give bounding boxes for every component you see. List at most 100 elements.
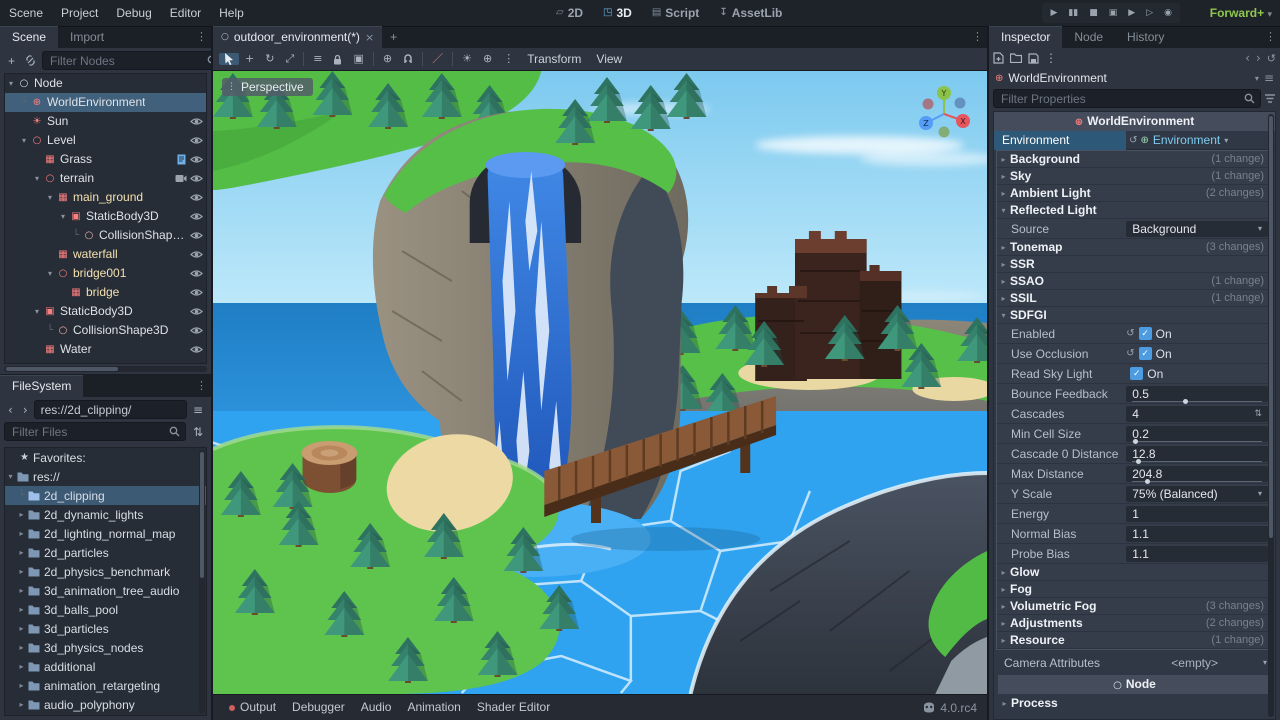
bottom-panel-animation[interactable]: Animation [399,695,468,720]
visibility-toggle[interactable] [188,287,204,298]
property-energy[interactable]: Energy 1 [997,504,1272,524]
property-cascade-0-distance[interactable]: Cascade 0 Distance 12.8 [997,444,1272,464]
folder-2d-physics-benchmark[interactable]: ▸ 2d_physics_benchmark [5,562,206,581]
inspector-menu-dots[interactable]: ⋮ [1265,30,1276,43]
number-field[interactable]: 1.1 [1126,526,1268,542]
property-cascades[interactable]: Cascades 4 ⇅ [997,404,1272,424]
folder-audio-polyphony[interactable]: ▸ audio_polyphony [5,695,206,714]
menu-scene[interactable]: Scene [0,6,52,20]
scene-node-water[interactable]: ▦ Water [5,340,206,359]
scene-node-sun[interactable]: ☀ Sun [5,112,206,131]
number-field[interactable]: 12.8 [1126,446,1268,462]
filter-properties-field[interactable] [993,89,1261,108]
history-forward-icon[interactable]: › [19,403,32,417]
sort-files-icon[interactable]: ⇅ [189,425,207,439]
revert-icon[interactable]: ↺ [1126,135,1140,146]
filter-files-input[interactable] [10,424,169,440]
scene-node-main-ground[interactable]: ▾ ▦ main_ground [5,188,206,207]
section-header-node[interactable]: ○Node [998,675,1271,694]
revert-icon[interactable]: ↺ [1126,328,1134,339]
renderer-selector[interactable]: Forward+ ▾ [1210,0,1272,28]
resource-value[interactable]: Environment [1153,133,1220,147]
close-tab-icon[interactable]: × [365,27,374,48]
tab-filesystem[interactable]: FileSystem [0,375,83,397]
category-ssao[interactable]: ▸ SSAO (1 change) [997,273,1272,290]
inspector-vscrollbar[interactable] [1268,114,1274,717]
category-sky[interactable]: ▸ Sky (1 change) [997,168,1272,185]
folder-3d-physics-nodes[interactable]: ▸ 3d_physics_nodes [5,638,206,657]
new-scene-tab-button[interactable]: + [382,27,405,48]
filter-nodes-field[interactable] [42,51,224,70]
visibility-toggle[interactable] [188,135,204,146]
stop-button[interactable]: ■ [1085,3,1102,23]
menu-editor[interactable]: Editor [161,6,210,20]
category-glow[interactable]: ▸ Glow [997,564,1272,581]
edited-object-selector[interactable]: ⊕ WorldEnvironment ▾ ≡ [989,68,1280,88]
number-field[interactable]: 0.2 [1126,426,1268,442]
property-use-occlusion[interactable]: Use Occlusion ↺ ✓ On [997,344,1272,364]
movie-mode-button[interactable]: ◉ [1160,3,1176,23]
tab-scene[interactable]: Scene [0,26,58,48]
property-read-sky-light[interactable]: Read Sky Light ✓ On [997,364,1272,384]
list-select-icon[interactable]: ≡ [308,48,327,70]
load-resource-icon[interactable] [1010,53,1022,63]
select-tool-button[interactable] [219,53,239,65]
category-volumetric-fog[interactable]: ▸ Volumetric Fog (3 changes) [997,598,1272,615]
scene-node-collisionshape3d[interactable]: └ ○ CollisionShape3D [5,321,206,340]
filter-properties-input[interactable] [999,91,1244,107]
property-max-distance[interactable]: Max Distance 204.8 [997,464,1272,484]
scene-node-terrain[interactable]: ▾ ○ terrain [5,169,206,188]
scene-tabs-menu-dots[interactable]: ⋮ [972,30,983,43]
history-back-icon[interactable]: ‹ [4,403,17,417]
folder-2d-particles[interactable]: ▸ 2d_particles [5,543,206,562]
world-snap-icon[interactable]: ⊕ [378,48,397,70]
category-ssr[interactable]: ▸ SSR [997,256,1272,273]
scene-node-grass[interactable]: ▦ Grass [5,150,206,169]
property-min-cell-size[interactable]: Min Cell Size 0.2 [997,424,1272,444]
bottom-panel-audio[interactable]: Audio [353,695,400,720]
folder-res-[interactable]: ▾ res:// [5,467,206,486]
bottom-panel-debugger[interactable]: Debugger [284,695,353,720]
folder-3d-balls-pool[interactable]: ▸ 3d_balls_pool [5,600,206,619]
tab-import[interactable]: Import [58,27,116,48]
property-camera-attributes[interactable]: Camera Attributes <empty> ▾ [998,652,1271,673]
scene-node-waterfall[interactable]: ▦ waterfall [5,245,206,264]
favorites-header[interactable]: ★ Favorites: [5,448,206,467]
current-path[interactable]: res://2d_clipping/ [34,400,187,419]
scene-node-collisionshape3d[interactable]: └ ○ CollisionShape3D [5,226,206,245]
category-tonemap[interactable]: ▸ Tonemap (3 changes) [997,239,1272,256]
category-ssil[interactable]: ▸ SSIL (1 change) [997,290,1272,307]
new-resource-icon[interactable] [993,52,1004,64]
visibility-toggle[interactable] [188,325,204,336]
category-sdfgi[interactable]: ▾ SDFGI [997,307,1272,324]
scene-node-worldenvironment[interactable]: └ ⊕ WorldEnvironment [5,93,206,112]
rotate-tool-icon[interactable]: ↻ [260,48,279,70]
view-axes-gizmo[interactable]: Y X Z [915,83,973,141]
perspective-button[interactable]: ⋮ Perspective [222,78,313,96]
folder-animation-retargeting[interactable]: ▸ animation_retargeting [5,676,206,695]
group-icon[interactable]: ▣ [348,48,368,70]
scene-dock-menu-dots[interactable]: ⋮ [196,30,207,43]
tab-inspector[interactable]: Inspector [989,26,1062,48]
transform-menu[interactable]: Transform [520,48,588,70]
object-options-icon[interactable]: ≡ [1264,71,1274,85]
scene-node-tree-trunk-small[interactable]: ○ tree_trunk_small [5,359,206,364]
checkbox-checked[interactable]: ✓ [1130,367,1143,380]
filesystem-menu-dots[interactable]: ⋮ [196,379,207,392]
revert-icon[interactable]: ↺ [1126,348,1134,359]
resource-menu-dots[interactable]: ⋮ [1045,51,1057,65]
category-resource[interactable]: ▸ Resource (1 change) [997,632,1272,649]
move-tool-icon[interactable]: + [240,48,259,70]
scene-node-staticbody3d[interactable]: ▾ ▣ StaticBody3D [5,207,206,226]
visibility-toggle[interactable] [188,268,204,279]
3d-viewport-scene[interactable] [213,71,987,694]
folder-additional[interactable]: ▸ additional [5,657,206,676]
property-y-scale[interactable]: Y Scale 75% (Balanced) ▾ [997,484,1272,504]
property-sort-icon[interactable] [1264,93,1276,104]
edit-next-object-icon[interactable]: › [1256,51,1261,65]
ruler-icon[interactable]: ／ [427,48,448,70]
chevron-down-icon[interactable]: ▾ [1224,136,1228,145]
filesystem-vscrollbar[interactable] [199,450,205,713]
property-source[interactable]: Source Background ▾ [997,219,1272,239]
visibility-toggle[interactable] [188,230,204,241]
